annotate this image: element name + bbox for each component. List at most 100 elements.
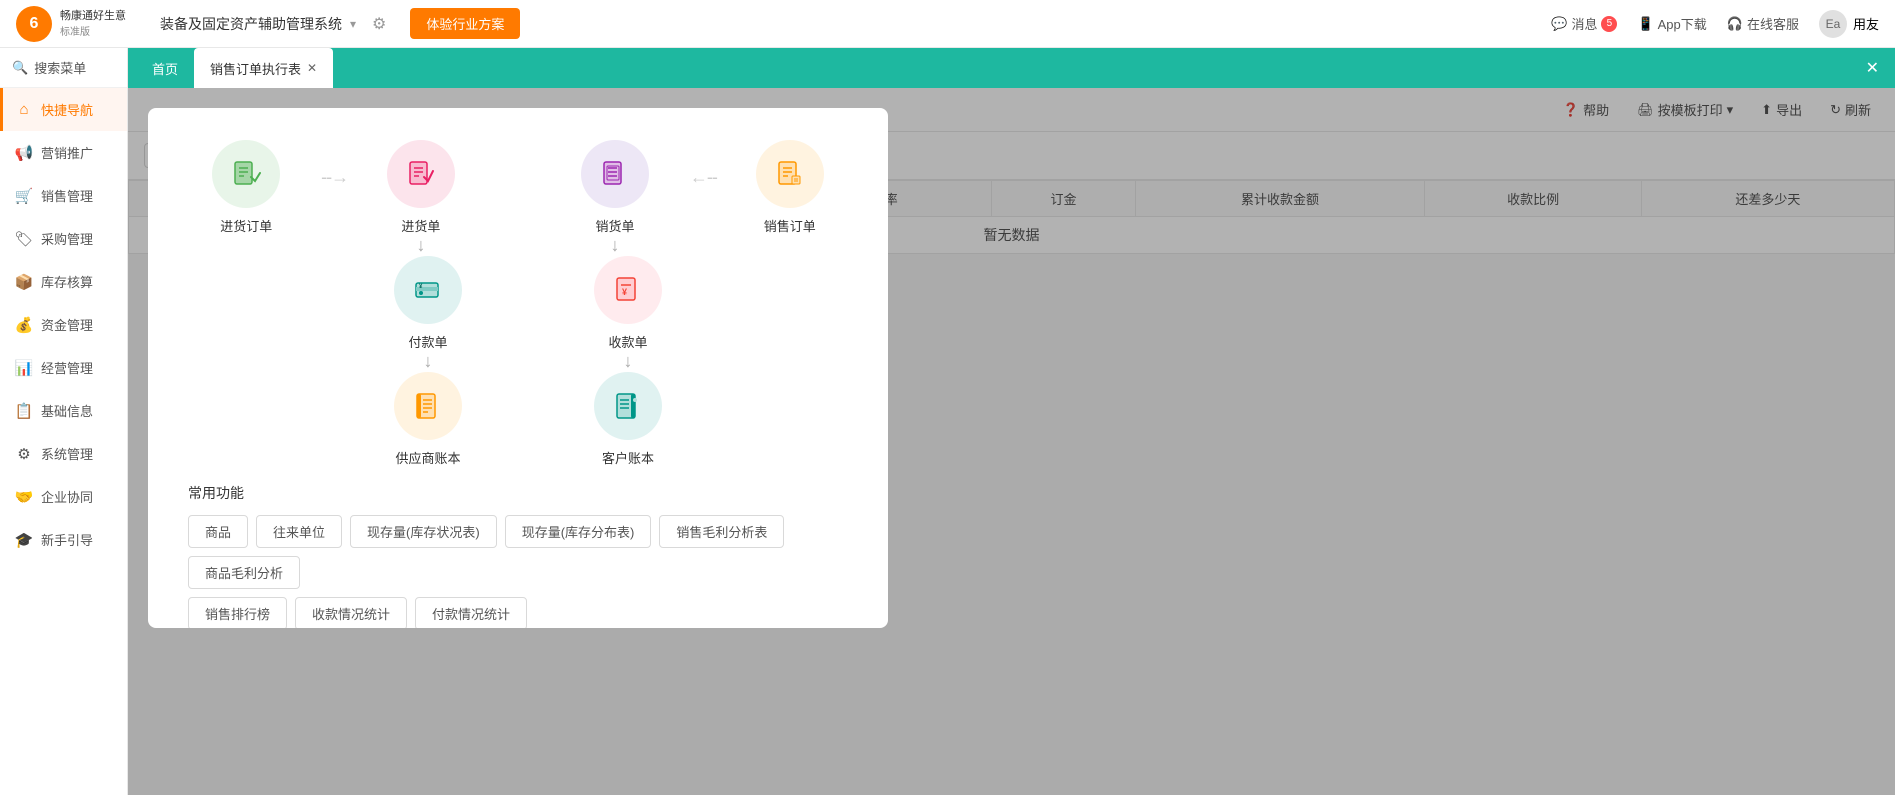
capital-icon: 💰: [15, 316, 33, 334]
tab-close-icon[interactable]: ✕: [307, 61, 317, 75]
node-supplier-book[interactable]: 供应商账本: [368, 372, 488, 467]
page-content: ❓ 帮助 🖨 按模板打印 ▾ ⬆ 导出 ↻ 刷新: [128, 88, 1895, 795]
arrow-from-sales-order: ← - -: [673, 167, 731, 188]
func-buttons-row1: 商品 往来单位 现存量(库存状况表) 现存量(库存分布表) 销售毛利分析表 商品…: [188, 515, 848, 589]
purchase-icon: 🏷: [15, 230, 33, 248]
func-btn-sales-rank[interactable]: 销售排行榜: [188, 597, 287, 628]
node-customer-book[interactable]: 客户账本: [568, 372, 688, 467]
system-icon: ⚙: [15, 445, 33, 463]
node-purchase-bill[interactable]: 进货单: [363, 140, 479, 235]
inventory-icon: 📦: [15, 273, 33, 291]
logo-icon: 6: [16, 6, 52, 42]
online-service-item[interactable]: 🎧 在线客服: [1727, 14, 1799, 33]
node-payment-bill-label: 付款单: [408, 332, 447, 351]
receipt-bill-icon: ¥: [594, 256, 662, 324]
arrow-to-purchase-bill: - - →: [304, 167, 362, 188]
down-arrow-receipt: ↓: [568, 351, 688, 372]
svg-text:¥: ¥: [622, 287, 627, 297]
app-download-label: App下载: [1658, 14, 1707, 33]
sidebar-item-label: 新手引导: [41, 530, 93, 549]
modal-overlay: 进货订单 - - →: [128, 88, 1895, 795]
logo-area: 6 畅康通好生意 标准版: [16, 6, 144, 42]
sidebar-item-newbie[interactable]: 🎓 新手引导: [0, 518, 127, 561]
node-receipt-bill[interactable]: ¥ 收款单: [568, 256, 688, 351]
sidebar-item-label: 采购管理: [41, 229, 93, 248]
message-item[interactable]: 💬 消息 5: [1551, 14, 1617, 33]
func-btn-stock-status[interactable]: 现存量(库存状况表): [350, 515, 497, 548]
marketing-icon: 📢: [15, 144, 33, 162]
sidebar-item-label: 营销推广: [41, 143, 93, 162]
message-badge: 5: [1601, 16, 1617, 32]
avatar: Ea: [1819, 10, 1847, 38]
sales-bill-icon: [581, 140, 649, 208]
node-supplier-book-label: 供应商账本: [395, 448, 460, 467]
headset-icon: 🎧: [1727, 16, 1743, 32]
avatar-text: Ea: [1826, 17, 1841, 31]
sidebar: 🔍 搜索菜单 ⌂ 快捷导航 📢 营销推广 🛒 销售管理 🏷 采购管理 📦 库存核…: [0, 48, 128, 795]
modal-dialog: 进货订单 - - →: [148, 108, 888, 628]
logo-text: 畅康通好生意: [60, 9, 126, 23]
settings-icon[interactable]: ⚙: [372, 14, 386, 34]
logo-sub: 标准版: [60, 23, 126, 38]
sidebar-item-inventory[interactable]: 📦 库存核算: [0, 260, 127, 303]
func-btn-goods[interactable]: 商品: [188, 515, 248, 548]
func-btn-partner[interactable]: 往来单位: [256, 515, 342, 548]
sidebar-item-label: 经营管理: [41, 358, 93, 377]
tab-sales-order[interactable]: 销售订单执行表 ✕: [194, 48, 333, 88]
sidebar-item-label: 资金管理: [41, 315, 93, 334]
basic-info-icon: 📋: [15, 402, 33, 420]
node-purchase-bill-label: 进货单: [401, 216, 440, 235]
online-service-label: 在线客服: [1747, 14, 1799, 33]
tab-home-label: 首页: [152, 59, 178, 78]
sidebar-item-collab[interactable]: 🤝 企业协同: [0, 475, 127, 518]
customer-book-icon: [594, 372, 662, 440]
system-title: 装备及固定资产辅助管理系统: [160, 14, 342, 34]
node-sales-order[interactable]: 销售订单: [732, 140, 848, 235]
node-sales-bill[interactable]: 销货单: [557, 140, 673, 235]
sidebar-item-quick-nav[interactable]: ⌂ 快捷导航: [0, 88, 127, 131]
search-menu-label: 搜索菜单: [34, 58, 86, 77]
system-title-area: 装备及固定资产辅助管理系统 ▾ ⚙ 体验行业方案: [144, 8, 1551, 39]
func-btn-payment-stats[interactable]: 付款情况统计: [415, 597, 527, 628]
main-layout: 🔍 搜索菜单 ⌂ 快捷导航 📢 营销推广 🛒 销售管理 🏷 采购管理 📦 库存核…: [0, 48, 1895, 795]
func-btn-goods-margin[interactable]: 商品毛利分析: [188, 556, 300, 589]
sidebar-item-label: 销售管理: [41, 186, 93, 205]
app-download-item[interactable]: 📱 App下载: [1637, 14, 1706, 33]
dropdown-arrow-icon[interactable]: ▾: [350, 17, 356, 31]
func-btn-stock-dist[interactable]: 现存量(库存分布表): [505, 515, 652, 548]
sidebar-item-label: 企业协同: [41, 487, 93, 506]
sidebar-item-purchase[interactable]: 🏷 采购管理: [0, 217, 127, 260]
node-receipt-bill-label: 收款单: [608, 332, 647, 351]
search-icon: 🔍: [12, 60, 28, 76]
search-menu[interactable]: 🔍 搜索菜单: [0, 48, 127, 88]
header-right: 💬 消息 5 📱 App下载 🎧 在线客服 Ea 用友: [1551, 10, 1879, 38]
sidebar-item-system[interactable]: ⚙ 系统管理: [0, 432, 127, 475]
home-icon: ⌂: [15, 101, 33, 119]
sidebar-item-marketing[interactable]: 📢 营销推广: [0, 131, 127, 174]
tab-bar-close-icon[interactable]: ✕: [1858, 58, 1887, 78]
sidebar-item-basic-info[interactable]: 📋 基础信息: [0, 389, 127, 432]
node-sales-order-label: 销售订单: [764, 216, 816, 235]
tab-home[interactable]: 首页: [136, 48, 194, 88]
down-arrow-sales-bill: ↓: [557, 235, 673, 256]
trial-button[interactable]: 体验行业方案: [410, 8, 520, 39]
func-btn-sales-margin[interactable]: 销售毛利分析表: [659, 515, 784, 548]
tab-sales-order-label: 销售订单执行表: [210, 59, 301, 78]
sidebar-item-sales[interactable]: 🛒 销售管理: [0, 174, 127, 217]
purchase-order-icon: [212, 140, 280, 208]
sidebar-item-label: 快捷导航: [41, 100, 93, 119]
node-sales-bill-label: 销货单: [596, 216, 635, 235]
newbie-icon: 🎓: [15, 531, 33, 549]
sidebar-item-capital[interactable]: 💰 资金管理: [0, 303, 127, 346]
func-btn-receipt-stats[interactable]: 收款情况统计: [295, 597, 407, 628]
node-customer-book-label: 客户账本: [602, 448, 654, 467]
sidebar-item-label: 系统管理: [41, 444, 93, 463]
sidebar-item-operations[interactable]: 📊 经营管理: [0, 346, 127, 389]
down-arrow-payment: ↓: [368, 351, 488, 372]
down-arrow-purchase-bill: ↓: [363, 235, 479, 256]
user-name: 用友: [1853, 14, 1879, 33]
user-area[interactable]: Ea 用友: [1819, 10, 1879, 38]
sales-order-icon: [756, 140, 824, 208]
node-payment-bill[interactable]: ¥ 付款单: [368, 256, 488, 351]
node-purchase-order[interactable]: 进货订单: [188, 140, 304, 235]
